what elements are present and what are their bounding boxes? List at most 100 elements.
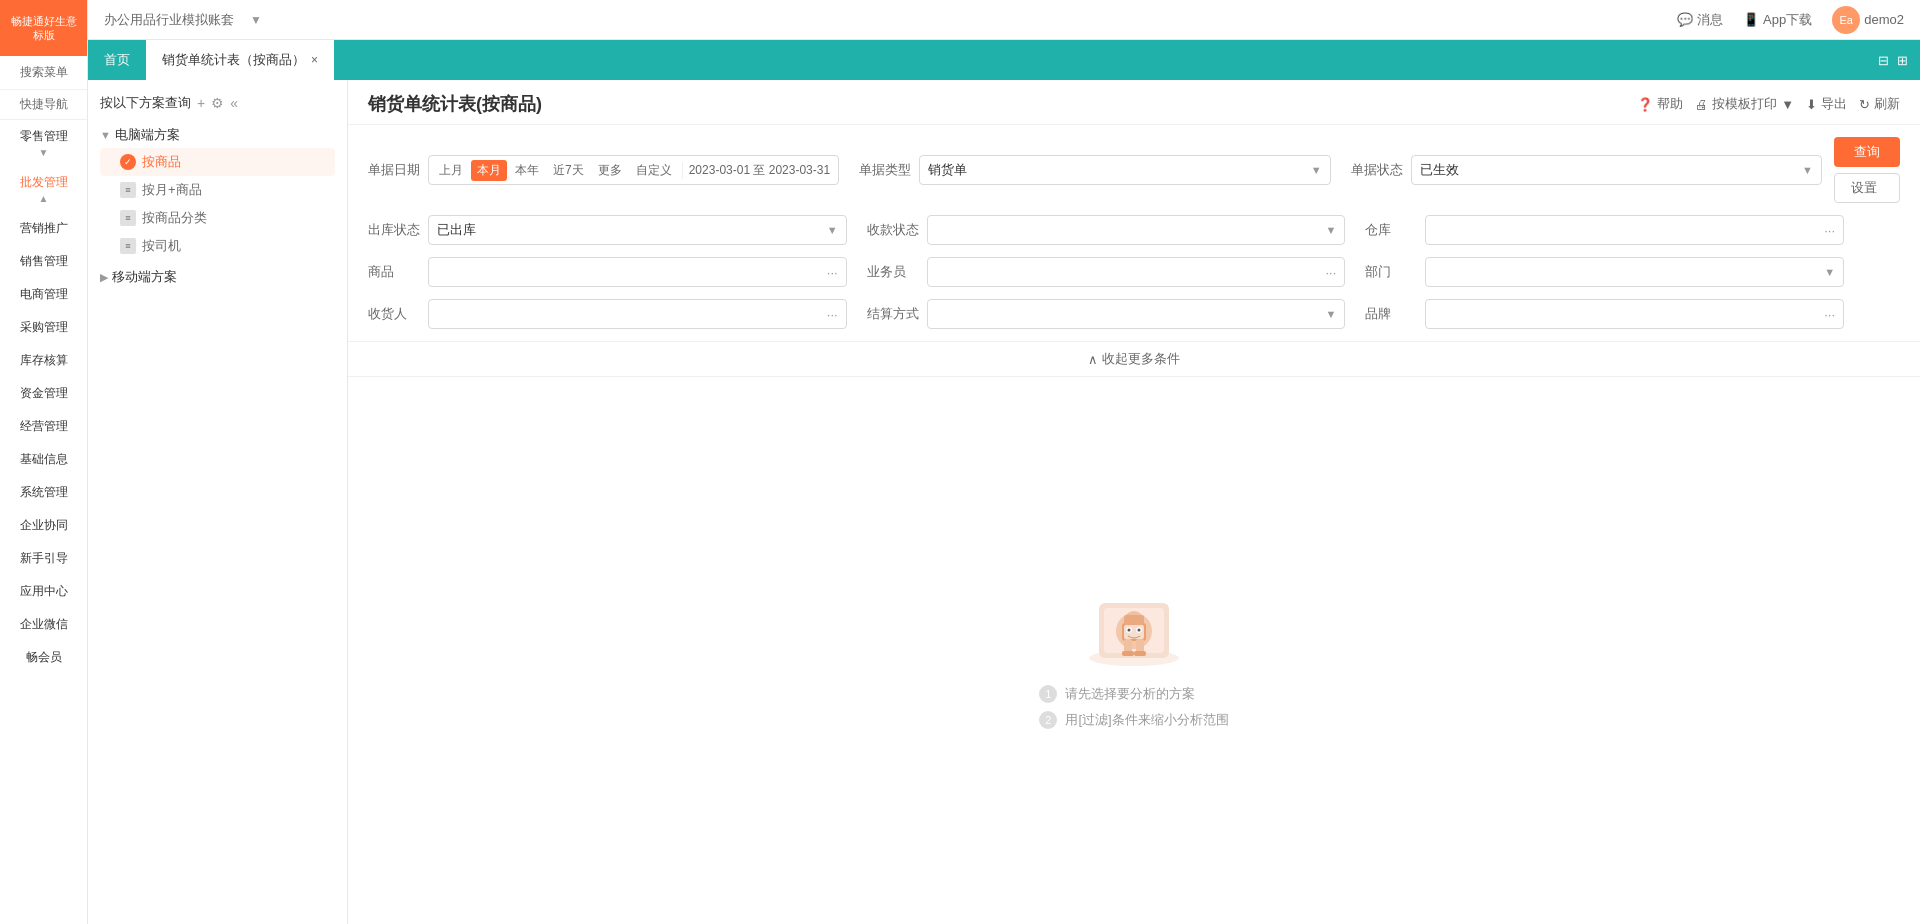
dropdown-arrow-icon: ▼	[1781, 97, 1794, 112]
refresh-button[interactable]: ↻ 刷新	[1859, 95, 1900, 113]
svg-rect-15	[1134, 651, 1146, 656]
add-scheme-icon[interactable]: +	[197, 95, 205, 111]
type-control[interactable]: 销货单 ▼	[919, 155, 1330, 185]
type-label: 单据类型	[859, 161, 919, 179]
tip-2-text: 用[过滤]条件来缩小分析范围	[1065, 711, 1228, 729]
empty-tips: 1 请先选择要分析的方案 2 用[过滤]条件来缩小分析范围	[1039, 685, 1228, 729]
scheme-panel-header: 按以下方案查询 + ⚙ «	[88, 88, 347, 118]
tab-close-icon[interactable]: ×	[311, 53, 318, 67]
settings-scheme-icon[interactable]: ⚙	[211, 95, 224, 111]
settlement-label: 结算方式	[867, 305, 927, 323]
sidebar-item-guide[interactable]: 新手引导	[0, 542, 87, 575]
out-status-control[interactable]: 已出库 ▼	[428, 215, 847, 245]
receipt-status-label: 收款状态	[867, 221, 927, 239]
sidebar-item-wechat[interactable]: 企业微信	[0, 608, 87, 641]
date-tab-lastmonth[interactable]: 上月	[433, 160, 469, 181]
sidebar-item-ecommerce[interactable]: 电商管理	[0, 278, 87, 311]
sidebar-item-marketing[interactable]: 营销推广	[0, 212, 87, 245]
date-tab-7days[interactable]: 近7天	[547, 160, 590, 181]
receiver-dots-icon: ···	[827, 307, 838, 322]
sidebar-item-inventory[interactable]: 库存核算	[0, 344, 87, 377]
empty-illustration	[1074, 573, 1194, 673]
settings-button[interactable]: 设置	[1834, 173, 1900, 203]
sidebar-item-finance[interactable]: 资金管理	[0, 377, 87, 410]
brand-control[interactable]: ···	[1425, 299, 1844, 329]
date-tab-more[interactable]: 更多	[592, 160, 628, 181]
mobile-scheme-group[interactable]: ▶ 移动端方案	[88, 264, 347, 290]
brand-field: 品牌 ···	[1365, 299, 1844, 329]
collapse-bar[interactable]: ∧ 收起更多条件	[348, 342, 1920, 377]
sidebar-item-system[interactable]: 系统管理	[0, 476, 87, 509]
scheme-item-by-driver[interactable]: ≡ 按司机	[100, 232, 335, 260]
sidebar-item-apps[interactable]: 应用中心	[0, 575, 87, 608]
sidebar-item-purchase[interactable]: 采购管理	[0, 311, 87, 344]
status-field: 单据状态 已生效 ▼	[1351, 155, 1822, 185]
minimize-icon[interactable]: ⊟	[1878, 53, 1889, 68]
app-download-button[interactable]: 📱 App下载	[1743, 11, 1812, 29]
warehouse-label: 仓库	[1365, 221, 1425, 239]
salesperson-control[interactable]: ···	[927, 257, 1346, 287]
scheme-item-by-goods[interactable]: ✓ 按商品	[100, 148, 335, 176]
settlement-control[interactable]: ▼	[927, 299, 1346, 329]
tab-report[interactable]: 销货单统计表（按商品） ×	[146, 40, 334, 80]
tabbar: 首页 销货单统计表（按商品） × ⊟ ⊞	[88, 40, 1920, 80]
out-status-label: 出库状态	[368, 221, 428, 239]
tip-2-number: 2	[1039, 711, 1057, 729]
scheme-panel: 按以下方案查询 + ⚙ « ▼ 电脑端方案 ✓ 按商品 ≡ 按月+商品	[88, 80, 348, 924]
collapse-up-icon: ∧	[1088, 352, 1098, 367]
filter-actions: ❓ 帮助 🖨 按模板打印 ▼ ⬇ 导出 ↻ 刷新	[1637, 95, 1900, 113]
scheme-item-by-category[interactable]: ≡ 按商品分类	[100, 204, 335, 232]
tab-home[interactable]: 首页	[88, 40, 146, 80]
sidebar-item-enterprise[interactable]: 企业协同	[0, 509, 87, 542]
sidebar-item-sales[interactable]: 销售管理	[0, 245, 87, 278]
sidebar-item-basics[interactable]: 基础信息	[0, 443, 87, 476]
scheme-item-month-goods[interactable]: ≡ 按月+商品	[100, 176, 335, 204]
quick-nav[interactable]: 快捷导航	[0, 90, 87, 120]
receiver-control[interactable]: ···	[428, 299, 847, 329]
salesperson-dots-icon: ···	[1326, 265, 1337, 280]
status-control[interactable]: 已生效 ▼	[1411, 155, 1822, 185]
empty-tip-2: 2 用[过滤]条件来缩小分析范围	[1039, 711, 1228, 729]
date-tab-custom[interactable]: 自定义	[630, 160, 678, 181]
goods-control[interactable]: ···	[428, 257, 847, 287]
main-area: 办公用品行业模拟账套 ▼ 💬 消息 📱 App下载 Ea demo2 首页	[88, 0, 1920, 924]
search-menu[interactable]: 搜索菜单	[0, 56, 87, 90]
filter-header: 销货单统计表(按商品) ❓ 帮助 🖨 按模板打印 ▼ ⬇ 导出	[348, 80, 1920, 125]
sidebar-logo: 畅捷通好生意 标版	[0, 0, 88, 56]
expand-icon[interactable]: ⊞	[1897, 53, 1908, 68]
sidebar-item-membership[interactable]: 畅会员	[0, 641, 87, 674]
query-button[interactable]: 查询	[1834, 137, 1900, 167]
warehouse-control[interactable]: ···	[1425, 215, 1844, 245]
industry-arrow[interactable]: ▼	[250, 13, 262, 27]
collapse-scheme-icon[interactable]: «	[230, 95, 238, 111]
department-control[interactable]: ▼	[1425, 257, 1844, 287]
status-label: 单据状态	[1351, 161, 1411, 179]
user-profile[interactable]: Ea demo2	[1832, 6, 1904, 34]
date-tab-thismonth[interactable]: 本月	[471, 160, 507, 181]
page-title: 销货单统计表(按商品)	[368, 92, 542, 116]
date-selector[interactable]: 上月 本月 本年 近7天 更多 自定义 2023-03-01 至 2023-03…	[428, 155, 839, 185]
status-arrow-icon: ▼	[1802, 164, 1813, 176]
chevron-icon: ▼	[39, 147, 49, 158]
department-arrow-icon: ▼	[1824, 266, 1835, 278]
receipt-status-field: 收款状态 ▼	[867, 215, 1346, 245]
sidebar-item-operations[interactable]: 经营管理	[0, 410, 87, 443]
message-button[interactable]: 💬 消息	[1677, 11, 1723, 29]
filter-row-1: 单据日期 上月 本月 本年 近7天 更多 自定义 2023-03-01 至 20…	[368, 137, 1900, 203]
template-print-button[interactable]: 🖨 按模板打印 ▼	[1695, 95, 1794, 113]
scheme-icon: ≡	[120, 182, 136, 198]
tip-1-number: 1	[1039, 685, 1057, 703]
desktop-scheme-title[interactable]: ▼ 电脑端方案	[100, 122, 335, 148]
action-buttons: 查询 设置	[1834, 137, 1900, 203]
sidebar-item-wholesale[interactable]: 批发管理 ▲	[0, 166, 87, 212]
collapse-text: ∧ 收起更多条件	[1088, 350, 1180, 368]
brand-label: 品牌	[1365, 305, 1425, 323]
date-tab-thisyear[interactable]: 本年	[509, 160, 545, 181]
export-button[interactable]: ⬇ 导出	[1806, 95, 1847, 113]
sidebar-item-retail[interactable]: 零售管理 ▼	[0, 120, 87, 166]
help-button[interactable]: ❓ 帮助	[1637, 95, 1683, 113]
export-icon: ⬇	[1806, 97, 1817, 112]
receipt-status-control[interactable]: ▼	[927, 215, 1346, 245]
receiver-field: 收货人 ···	[368, 299, 847, 329]
empty-tip-1: 1 请先选择要分析的方案	[1039, 685, 1228, 703]
